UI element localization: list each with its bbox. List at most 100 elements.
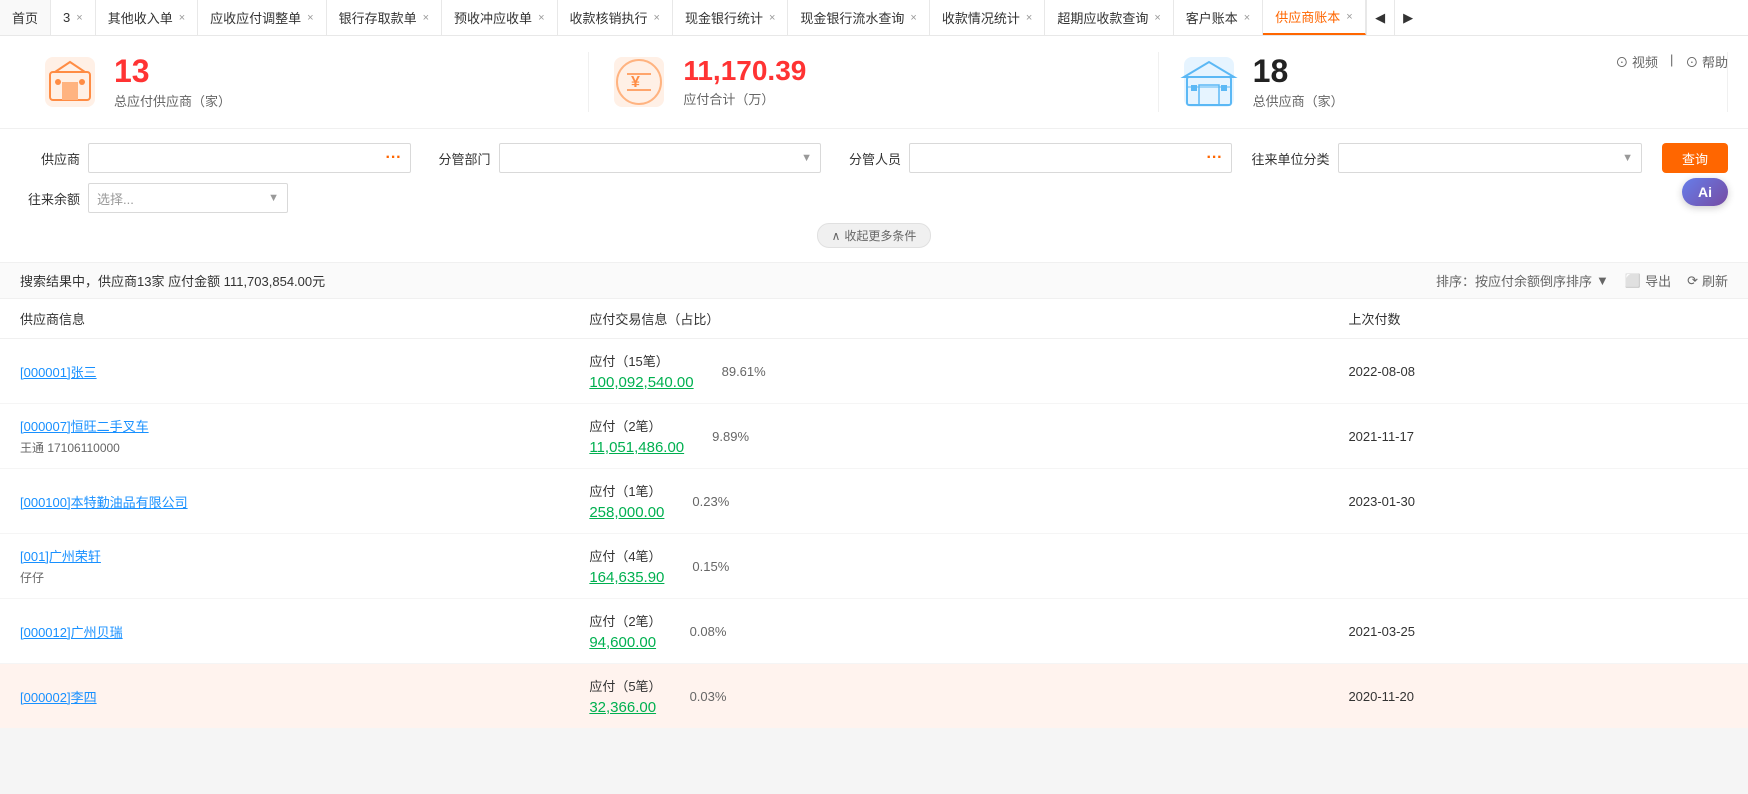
payable-suppliers-label: 总应付供应商（家）	[114, 91, 231, 110]
transaction-cell: 应付（15笔） 100,092,540.00 89.61%	[589, 351, 1348, 391]
supplier-sub-info: 王通 17106110000	[20, 439, 589, 456]
nav-tab-home[interactable]: 首页	[0, 0, 51, 35]
nav-next-button[interactable]: ▶	[1394, 0, 1422, 36]
supplier-link[interactable]: [001]广州荣轩	[20, 546, 589, 565]
tx-amount[interactable]: 100,092,540.00	[589, 374, 693, 391]
filter-row-1: 供应商 ··· 分管部门 ▼ 分管人员 ··· 往来单位分类	[20, 143, 1728, 173]
supplier-link[interactable]: [000012]广州贝瑞	[20, 622, 589, 641]
person-filter-input[interactable]: ···	[909, 143, 1232, 173]
supplier-link[interactable]: [000002]李四	[20, 687, 589, 706]
close-icon[interactable]: ×	[307, 12, 313, 24]
filter-row-2: 往来余额 选择... ▼	[20, 183, 1728, 213]
supplier-filter-label: 供应商	[20, 149, 80, 168]
stat-block-total-payable: ¥ 11,170.39 应付合计（万）	[589, 52, 1158, 112]
lastpay-cell	[1348, 546, 1728, 586]
refresh-button[interactable]: ⟳ 刷新	[1687, 271, 1728, 290]
table-row[interactable]: [000100]本特勤油品有限公司 应付（1笔） 258,000.00 0.23…	[0, 469, 1748, 534]
svg-text:¥: ¥	[631, 74, 640, 91]
close-icon[interactable]: ×	[654, 12, 660, 24]
export-button[interactable]: ⬜ 导出	[1625, 271, 1671, 290]
close-icon[interactable]: ×	[1026, 12, 1032, 24]
category-filter-select[interactable]: ▼	[1338, 143, 1642, 173]
supplier-filter-input[interactable]: ···	[88, 143, 411, 173]
balance-filter-select[interactable]: 选择... ▼	[88, 183, 288, 213]
close-icon[interactable]: ×	[1154, 12, 1160, 24]
lastpay-cell: 2023-01-30	[1348, 481, 1728, 521]
export-icon: ⬜	[1625, 273, 1641, 289]
tx-amount[interactable]: 94,600.00	[589, 634, 661, 651]
tx-percent: 9.89%	[712, 429, 749, 444]
filter-category: 往来单位分类 ▼	[1252, 143, 1643, 173]
total-suppliers-number: 18	[1253, 55, 1344, 87]
close-icon[interactable]: ×	[538, 12, 544, 24]
col-header-transaction: 应付交易信息（占比）	[589, 309, 1348, 328]
nav-tab-cash-stats[interactable]: 现金银行统计 ×	[673, 0, 788, 35]
nav-tab-overdue[interactable]: 超期应收款查询 ×	[1045, 0, 1173, 35]
header-links: ⊙ 视频 | ⊙ 帮助	[1615, 52, 1728, 71]
tx-info: 应付（1笔） 258,000.00	[589, 481, 664, 521]
transaction-cell: 应付（5笔） 32,366.00 0.03%	[589, 676, 1348, 716]
supplier-cell: [001]广州荣轩 仔仔	[20, 546, 589, 586]
close-icon[interactable]: ×	[910, 12, 916, 24]
supplier-link[interactable]: [000007]恒旺二手叉车	[20, 416, 589, 435]
result-summary: 搜索结果中，供应商13家 应付金额 111,703,854.00元	[20, 271, 325, 290]
supplier-link[interactable]: [000001]张三	[20, 362, 589, 381]
lastpay-cell: 2022-08-08	[1348, 351, 1728, 391]
tx-amount[interactable]: 11,051,486.00	[589, 439, 684, 456]
table-row[interactable]: [000002]李四 应付（5笔） 32,366.00 0.03% 2020-1…	[0, 664, 1748, 729]
ai-button[interactable]: Ai	[1682, 178, 1728, 206]
table-body: [000001]张三 应付（15笔） 100,092,540.00 89.61%…	[0, 339, 1748, 729]
tx-percent: 0.08%	[690, 624, 727, 639]
transaction-cell: 应付（1笔） 258,000.00 0.23%	[589, 481, 1348, 521]
supplier-ellipsis-icon[interactable]: ···	[386, 149, 402, 167]
sort-selector[interactable]: 排序：按应付余额倒序排序 ▼	[1436, 271, 1609, 290]
supplier-cell: [000002]李四	[20, 676, 589, 716]
nav-tab-3[interactable]: 3 ×	[51, 0, 96, 35]
tx-info: 应付（2笔） 11,051,486.00	[589, 416, 684, 456]
person-ellipsis-icon[interactable]: ···	[1207, 149, 1223, 167]
close-icon[interactable]: ×	[769, 12, 775, 24]
nav-tab-bank-deposit[interactable]: 银行存取款单 ×	[327, 0, 442, 35]
nav-tab-adjustment[interactable]: 应收应付调整单 ×	[198, 0, 326, 35]
tx-percent: 0.15%	[692, 559, 729, 574]
refresh-icon: ⟳	[1687, 273, 1698, 289]
nav-tab-cash-flow[interactable]: 现金银行流水查询 ×	[788, 0, 929, 35]
dept-filter-select[interactable]: ▼	[499, 143, 822, 173]
tx-amount[interactable]: 258,000.00	[589, 504, 664, 521]
store-icon	[1179, 52, 1239, 112]
filter-area: 供应商 ··· 分管部门 ▼ 分管人员 ··· 往来单位分类	[0, 129, 1748, 263]
tx-percent: 0.03%	[690, 689, 727, 704]
tx-amount[interactable]: 164,635.90	[589, 569, 664, 586]
result-actions: 排序：按应付余额倒序排序 ▼ ⬜ 导出 ⟳ 刷新	[1436, 271, 1728, 290]
top-navigation: 首页 3 × 其他收入单 × 应收应付调整单 × 银行存取款单 × 预收冲应收单…	[0, 0, 1748, 36]
supplier-link[interactable]: [000100]本特勤油品有限公司	[20, 492, 589, 511]
nav-tab-supplier-book[interactable]: 供应商账本 ×	[1263, 0, 1365, 35]
nav-tab-payment-stats[interactable]: 收款情况统计 ×	[930, 0, 1045, 35]
nav-tab-collection[interactable]: 收款核销执行 ×	[558, 0, 673, 35]
close-icon[interactable]: ×	[76, 12, 82, 24]
dept-filter-label: 分管部门	[431, 149, 491, 168]
supplier-icon	[40, 52, 100, 112]
supplier-cell: [000012]广州贝瑞	[20, 611, 589, 651]
nav-tab-prepaid[interactable]: 预收冲应收单 ×	[442, 0, 557, 35]
close-icon[interactable]: ×	[423, 12, 429, 24]
table-row[interactable]: [000001]张三 应付（15笔） 100,092,540.00 89.61%…	[0, 339, 1748, 404]
video-link[interactable]: ⊙ 视频	[1615, 52, 1658, 71]
tx-amount[interactable]: 32,366.00	[589, 699, 661, 716]
table-row[interactable]: [000007]恒旺二手叉车 王通 17106110000 应付（2笔） 11,…	[0, 404, 1748, 469]
close-icon[interactable]: ×	[179, 12, 185, 24]
close-icon[interactable]: ×	[1244, 12, 1250, 24]
balance-filter-label: 往来余额	[20, 189, 80, 208]
stat-block-payable-suppliers: 13 总应付供应商（家）	[20, 52, 589, 112]
collapse-button[interactable]: ∧ 收起更多条件	[817, 223, 932, 248]
help-link[interactable]: ⊙ 帮助	[1685, 52, 1728, 71]
table-header: 供应商信息 应付交易信息（占比） 上次付数	[0, 299, 1748, 339]
query-button[interactable]: 查询	[1662, 143, 1728, 173]
table-row[interactable]: [000012]广州贝瑞 应付（2笔） 94,600.00 0.08% 2021…	[0, 599, 1748, 664]
table-row[interactable]: [001]广州荣轩 仔仔 应付（4笔） 164,635.90 0.15%	[0, 534, 1748, 599]
nav-tab-other-income[interactable]: 其他收入单 ×	[96, 0, 198, 35]
transaction-cell: 应付（2笔） 11,051,486.00 9.89%	[589, 416, 1348, 456]
nav-tab-customer-book[interactable]: 客户账本 ×	[1174, 0, 1263, 35]
nav-prev-button[interactable]: ◀	[1366, 0, 1394, 36]
close-icon[interactable]: ×	[1346, 11, 1352, 23]
